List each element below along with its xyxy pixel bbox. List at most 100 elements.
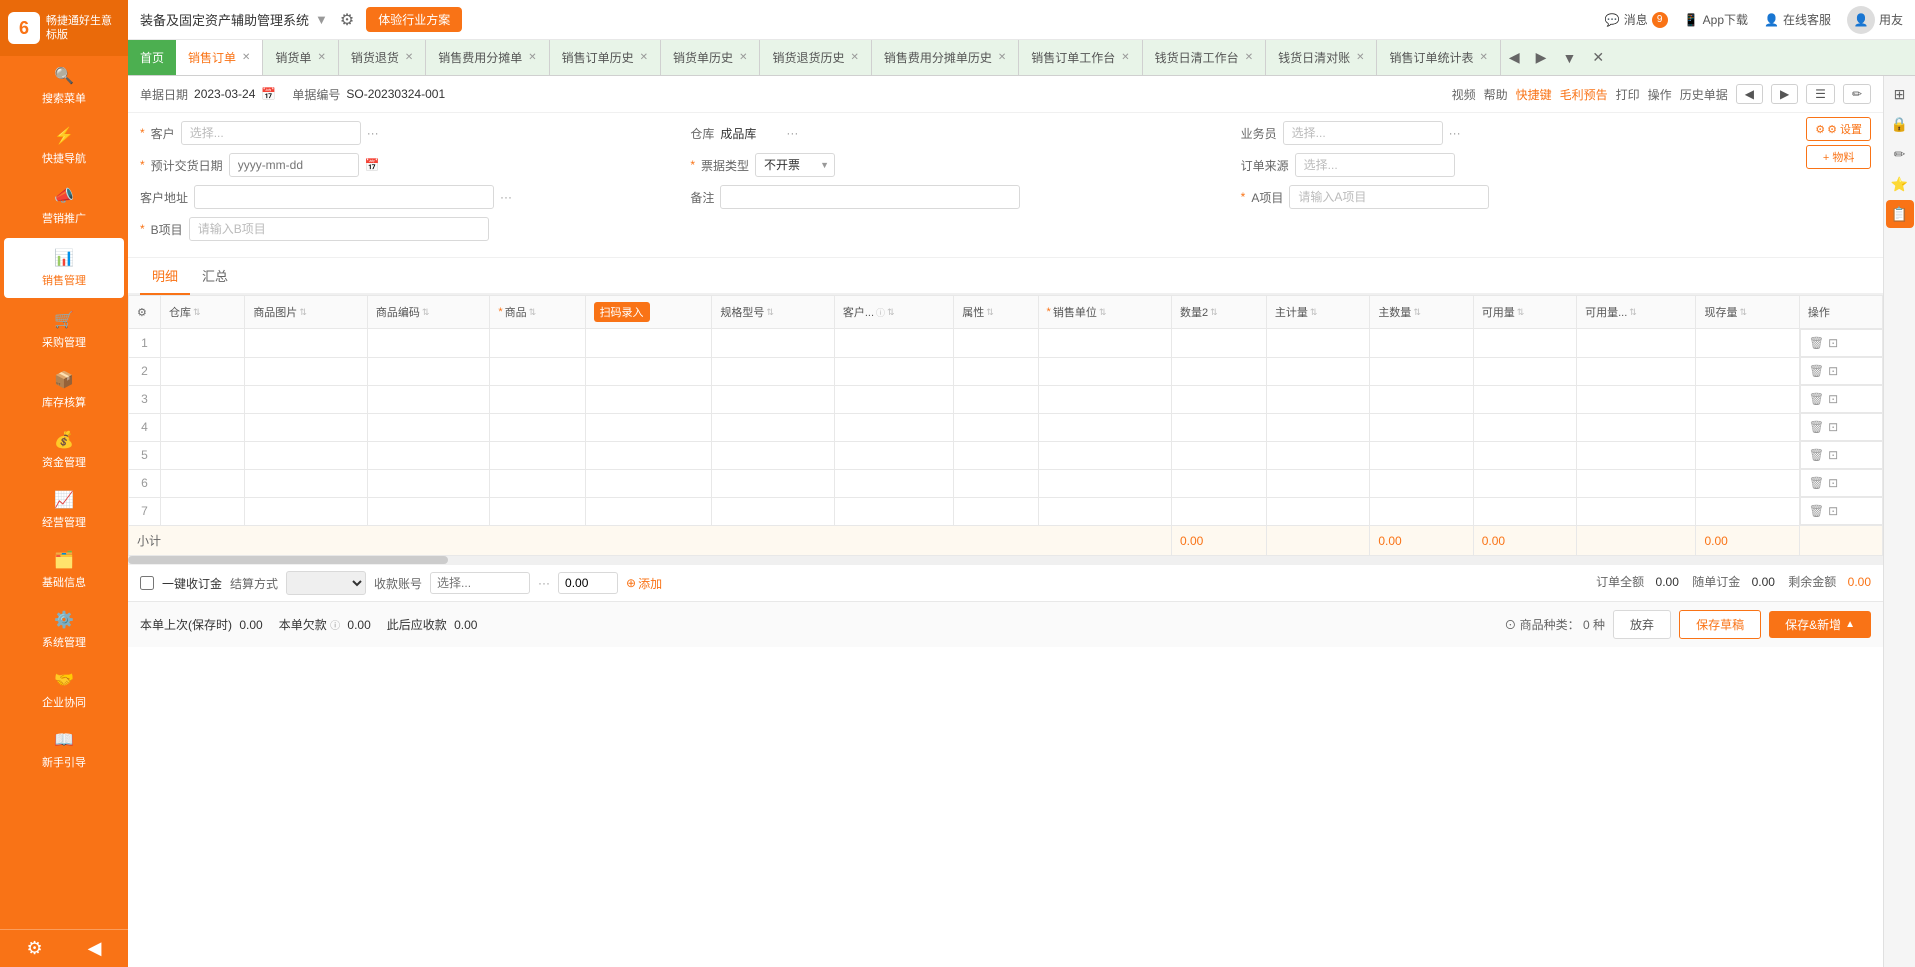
operation-link[interactable]: 操作 bbox=[1648, 86, 1672, 103]
tab-close-icon[interactable]: ✕ bbox=[1245, 52, 1253, 63]
date-icon[interactable]: 📅 bbox=[261, 87, 276, 101]
sidebar-item-purchase[interactable]: 🛒 采购管理 bbox=[0, 300, 128, 360]
account-input[interactable] bbox=[430, 572, 530, 594]
scan-button[interactable]: 扫码录入 bbox=[594, 302, 650, 322]
tab-home[interactable]: 首页 bbox=[128, 40, 176, 75]
sidebar-item-search[interactable]: 🔍 搜索菜单 bbox=[0, 56, 128, 116]
salesperson-input[interactable] bbox=[1283, 121, 1443, 145]
b-project-input[interactable] bbox=[189, 217, 489, 241]
a-project-input[interactable] bbox=[1289, 185, 1489, 209]
tab-close-icon[interactable]: ✕ bbox=[850, 52, 858, 63]
sidebar-item-operations[interactable]: 📈 经营管理 bbox=[0, 480, 128, 540]
sidebar-settings-button[interactable]: ⚙ bbox=[27, 938, 43, 959]
right-panel-document-button[interactable]: 📋 bbox=[1886, 200, 1914, 228]
tab-statistics[interactable]: 销售订单统计表 ✕ bbox=[1377, 40, 1500, 75]
row-delete-button[interactable]: 🗑 bbox=[1809, 392, 1824, 406]
profit-link[interactable]: 毛利预告 bbox=[1560, 86, 1608, 103]
delivery-date-icon[interactable]: 📅 bbox=[365, 158, 380, 172]
tab-close-all-button[interactable]: ✕ bbox=[1584, 40, 1612, 75]
message-button[interactable]: 💬 消息 9 bbox=[1605, 11, 1668, 28]
sidebar-item-guide[interactable]: 📖 新手引导 bbox=[0, 720, 128, 780]
system-selector[interactable]: 装备及固定资产辅助管理系统 ▼ bbox=[140, 10, 328, 29]
settings-action-button[interactable]: ⚙ ⚙ 设置 bbox=[1806, 117, 1871, 141]
print-link[interactable]: 打印 bbox=[1616, 86, 1640, 103]
history-link[interactable]: 历史单据 bbox=[1680, 86, 1728, 103]
row-copy-button[interactable]: ⊡ bbox=[1828, 448, 1838, 462]
right-panel-grid-button[interactable]: ⊞ bbox=[1886, 80, 1914, 108]
sort-icon[interactable]: ⇅ bbox=[299, 307, 307, 318]
row-copy-button[interactable]: ⊡ bbox=[1828, 336, 1838, 350]
app-download-button[interactable]: 📱 App下载 bbox=[1684, 11, 1748, 28]
tab-close-icon[interactable]: ✕ bbox=[405, 52, 413, 63]
row-delete-button[interactable]: 🗑 bbox=[1809, 336, 1824, 350]
sort-icon[interactable]: ⇅ bbox=[1310, 307, 1318, 318]
tab-invoice-history[interactable]: 销货单历史 ✕ bbox=[661, 40, 760, 75]
edit-button[interactable]: ✏ bbox=[1843, 84, 1871, 104]
sidebar-logo[interactable]: 6 畅捷通好生意 标版 bbox=[0, 0, 128, 56]
account-more-button[interactable]: ··· bbox=[538, 576, 550, 590]
tab-menu-button[interactable]: ▼ bbox=[1554, 40, 1584, 75]
address-input[interactable] bbox=[194, 185, 494, 209]
sort-icon[interactable]: ⇅ bbox=[1099, 307, 1107, 318]
prev-record-button[interactable]: ◀ bbox=[1736, 84, 1763, 104]
scroll-thumb[interactable] bbox=[128, 556, 448, 564]
sidebar-item-finance[interactable]: 💰 资金管理 bbox=[0, 420, 128, 480]
tab-workbench[interactable]: 销售订单工作台 ✕ bbox=[1019, 40, 1142, 75]
amount-input[interactable] bbox=[558, 572, 618, 594]
sidebar-collapse-button[interactable]: ◀ bbox=[88, 938, 102, 959]
sort-icon[interactable]: ⇅ bbox=[422, 307, 430, 318]
topbar-gear-icon[interactable]: ⚙ bbox=[340, 10, 354, 30]
sort-icon[interactable]: ⇅ bbox=[1210, 307, 1218, 318]
order-source-input[interactable] bbox=[1295, 153, 1455, 177]
shortcut-link[interactable]: 快捷键 bbox=[1516, 86, 1552, 103]
right-panel-edit-button[interactable]: ✏ bbox=[1886, 140, 1914, 168]
warehouse-more-button[interactable]: ··· bbox=[786, 126, 798, 140]
right-panel-star-button[interactable]: ⭐ bbox=[1886, 170, 1914, 198]
tab-detail[interactable]: 明细 bbox=[140, 258, 190, 295]
row-copy-button[interactable]: ⊡ bbox=[1828, 392, 1838, 406]
sidebar-item-enterprise[interactable]: 🤝 企业协同 bbox=[0, 660, 128, 720]
tab-prev-button[interactable]: ◀ bbox=[1501, 40, 1528, 75]
ticket-type-select[interactable]: 不开票 bbox=[755, 153, 835, 177]
tab-daily-workbench[interactable]: 钱货日清工作台 ✕ bbox=[1143, 40, 1266, 75]
save-new-button[interactable]: 保存&新增 ▲ bbox=[1769, 611, 1871, 638]
list-view-button[interactable]: ☰ bbox=[1806, 84, 1835, 104]
sidebar-item-marketing[interactable]: 📣 营销推广 bbox=[0, 176, 128, 236]
sort-icon[interactable]: ⇅ bbox=[1413, 307, 1421, 318]
sort-icon[interactable]: ⇅ bbox=[887, 307, 895, 318]
row-delete-button[interactable]: 🗑 bbox=[1809, 364, 1824, 378]
solution-button[interactable]: 体验行业方案 bbox=[366, 7, 462, 32]
add-material-button[interactable]: + 物料 bbox=[1806, 145, 1871, 169]
row-delete-button[interactable]: 🗑 bbox=[1809, 504, 1824, 518]
tab-close-icon[interactable]: ✕ bbox=[998, 52, 1006, 63]
tab-sales-invoice[interactable]: 销货单 ✕ bbox=[263, 40, 338, 75]
quick-checkout-checkbox[interactable] bbox=[140, 576, 154, 590]
address-more-button[interactable]: ··· bbox=[500, 190, 512, 204]
tab-daily-reconcile[interactable]: 钱货日清对账 ✕ bbox=[1266, 40, 1377, 75]
customer-input[interactable] bbox=[181, 121, 361, 145]
customer-more-button[interactable]: ··· bbox=[367, 126, 379, 140]
tab-close-icon[interactable]: ✕ bbox=[1356, 52, 1364, 63]
tab-sales-return[interactable]: 销货退货 ✕ bbox=[339, 40, 426, 75]
online-service-button[interactable]: 👤 在线客服 bbox=[1764, 11, 1831, 28]
salesperson-more-button[interactable]: ··· bbox=[1449, 126, 1461, 140]
sort-icon[interactable]: ⇅ bbox=[1517, 307, 1525, 318]
tab-sales-order-history[interactable]: 销售订单历史 ✕ bbox=[550, 40, 661, 75]
tab-next-button[interactable]: ▶ bbox=[1528, 40, 1555, 75]
user-menu[interactable]: 👤 用友 bbox=[1847, 6, 1903, 34]
row-copy-button[interactable]: ⊡ bbox=[1828, 504, 1838, 518]
help-link[interactable]: 帮助 bbox=[1484, 86, 1508, 103]
payment-method-select[interactable] bbox=[286, 571, 366, 595]
sidebar-item-base[interactable]: 🗂️ 基础信息 bbox=[0, 540, 128, 600]
row-delete-button[interactable]: 🗑 bbox=[1809, 448, 1824, 462]
row-delete-button[interactable]: 🗑 bbox=[1809, 420, 1824, 434]
tab-return-history[interactable]: 销货退货历史 ✕ bbox=[760, 40, 871, 75]
tab-close-icon[interactable]: ✕ bbox=[1480, 52, 1488, 63]
sort-icon[interactable]: ⇅ bbox=[529, 307, 537, 318]
row-copy-button[interactable]: ⊡ bbox=[1828, 364, 1838, 378]
info-icon[interactable]: ⓘ bbox=[876, 306, 885, 319]
add-payment-button[interactable]: ⊕ 添加 bbox=[626, 575, 662, 592]
tab-summary[interactable]: 汇总 bbox=[190, 258, 240, 295]
delivery-date-input[interactable] bbox=[229, 153, 359, 177]
tab-close-icon[interactable]: ✕ bbox=[739, 52, 747, 63]
